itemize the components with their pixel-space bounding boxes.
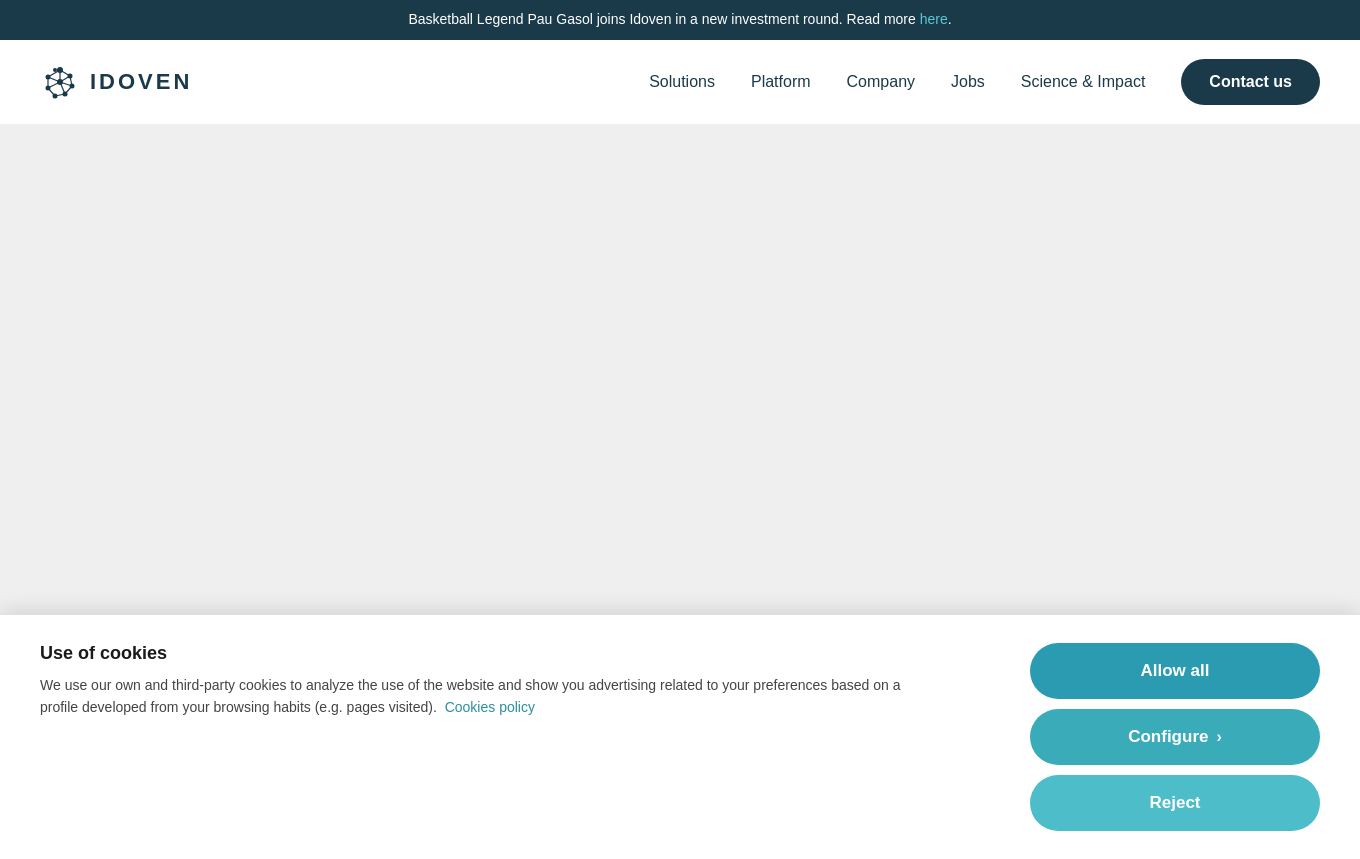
announcement-link[interactable]: here — [920, 11, 948, 27]
announcement-text: Basketball Legend Pau Gasol joins Idoven… — [408, 11, 919, 27]
cookie-buttons: Allow all Configure › Reject — [1030, 643, 1320, 831]
reject-button[interactable]: Reject — [1030, 775, 1320, 831]
svg-line-13 — [48, 88, 55, 96]
configure-label: Configure — [1128, 727, 1208, 747]
nav-item-platform[interactable]: Platform — [751, 73, 811, 91]
svg-line-20 — [48, 82, 60, 88]
logo-icon — [40, 62, 80, 102]
nav-item-science-impact[interactable]: Science & Impact — [1021, 73, 1146, 91]
main-nav: Solutions Platform Company Jobs Science … — [649, 59, 1320, 105]
cookie-banner: Use of cookies We use our own and third-… — [0, 615, 1360, 859]
svg-line-17 — [60, 76, 70, 82]
cookies-policy-link[interactable]: Cookies policy — [445, 699, 535, 715]
cookie-text-area: Use of cookies We use our own and third-… — [40, 643, 940, 719]
svg-line-21 — [48, 77, 60, 82]
nav-item-solutions[interactable]: Solutions — [649, 73, 715, 91]
allow-all-button[interactable]: Allow all — [1030, 643, 1320, 699]
logo-text: IDOVEN — [90, 69, 192, 95]
cookie-description: We use our own and third-party cookies t… — [40, 674, 940, 719]
configure-button[interactable]: Configure › — [1030, 709, 1320, 765]
nav-item-jobs[interactable]: Jobs — [951, 73, 985, 91]
header: IDOVEN Solutions Platform Company Jobs S… — [0, 40, 1360, 124]
logo[interactable]: IDOVEN — [40, 62, 192, 102]
contact-button[interactable]: Contact us — [1181, 59, 1320, 105]
svg-point-7 — [53, 68, 57, 72]
nav-item-company[interactable]: Company — [847, 73, 915, 91]
announcement-bar: Basketball Legend Pau Gasol joins Idoven… — [0, 0, 1360, 40]
svg-line-9 — [60, 70, 70, 76]
svg-line-11 — [65, 86, 72, 94]
chevron-right-icon: › — [1216, 728, 1221, 746]
cookie-title: Use of cookies — [40, 643, 940, 664]
